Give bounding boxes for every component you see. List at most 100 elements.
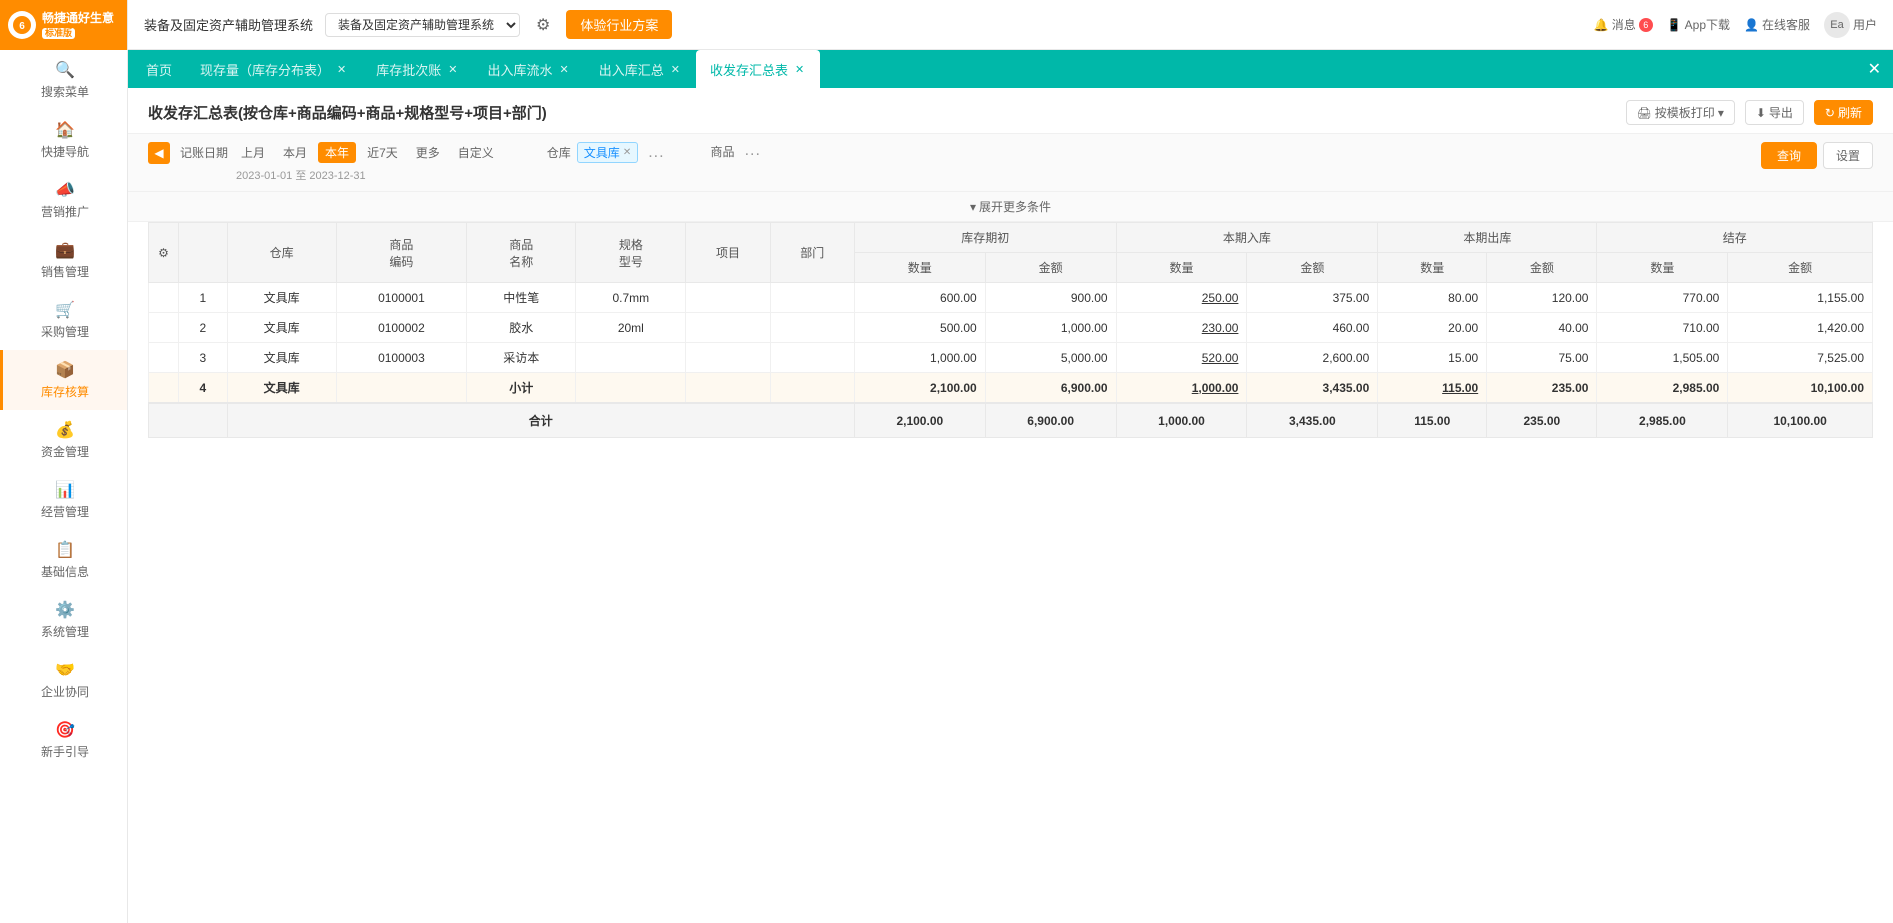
- row-out-qty[interactable]: 115.00: [1378, 373, 1487, 404]
- inventory-icon: 📦: [55, 360, 75, 380]
- tab-receive-summary[interactable]: 收发存汇总表 ✕: [696, 50, 820, 88]
- date-last-month[interactable]: 上月: [234, 142, 272, 163]
- row-open-qty: 1,000.00: [854, 343, 985, 373]
- chevron-down-icon: ▾: [1718, 106, 1724, 120]
- row-in-amt: 3,435.00: [1247, 373, 1378, 404]
- refresh-btn[interactable]: ↻ 刷新: [1814, 100, 1873, 125]
- notification-badge: 6: [1639, 18, 1653, 32]
- row-in-qty[interactable]: 250.00: [1116, 283, 1247, 313]
- row-no: 1: [179, 283, 228, 313]
- system-selector[interactable]: 装备及固定资产辅助管理系统: [325, 13, 520, 37]
- row-out-amt: 40.00: [1487, 313, 1597, 343]
- sidebar-item-basic-info[interactable]: 📋 基础信息: [0, 530, 127, 590]
- sidebar-item-newbie[interactable]: 🎯 新手引导: [0, 710, 127, 770]
- sidebar-item-marketing[interactable]: 📣 营销推广: [0, 170, 127, 230]
- sidebar-item-search[interactable]: 🔍 搜索菜单: [0, 50, 127, 110]
- tab-stock-dist[interactable]: 现存量（库存分布表） ✕: [186, 50, 362, 88]
- tab-batch[interactable]: 库存批次账 ✕: [362, 50, 473, 88]
- sidebar-item-sales[interactable]: 💼 销售管理: [0, 230, 127, 290]
- sidebar-item-inventory[interactable]: 📦 库存核算: [0, 350, 127, 410]
- tab-close-receive[interactable]: ✕: [793, 62, 806, 77]
- app-download-item[interactable]: 📱 App下载: [1667, 16, 1730, 33]
- sidebar-logo: 6 畅捷通好生意 标准版: [0, 0, 127, 50]
- row-warehouse: 文具库: [227, 373, 336, 404]
- sidebar-item-finance[interactable]: 💰 资金管理: [0, 410, 127, 470]
- row-no: 3: [179, 343, 228, 373]
- setting-btn[interactable]: 设置: [1823, 142, 1873, 169]
- tab-close-stock-dist[interactable]: ✕: [335, 62, 348, 77]
- online-service-item[interactable]: 👤 在线客服: [1744, 16, 1810, 33]
- notification-item[interactable]: 🔔 消息 6: [1594, 16, 1653, 33]
- row-in-qty[interactable]: 520.00: [1116, 343, 1247, 373]
- logo-icon: 6: [8, 11, 36, 39]
- sidebar-item-system[interactable]: ⚙️ 系统管理: [0, 590, 127, 650]
- tab-close-batch[interactable]: ✕: [446, 62, 459, 77]
- tab-close-flow[interactable]: ✕: [558, 62, 571, 77]
- row-close-amt: 1,155.00: [1728, 283, 1873, 313]
- tab-close-inout[interactable]: ✕: [669, 62, 682, 77]
- filter-toggle-btn[interactable]: ◀: [148, 142, 170, 164]
- table-row: 3文具库0100003采访本1,000.005,000.00520.002,60…: [149, 343, 1873, 373]
- row-spec: 20ml: [576, 313, 686, 343]
- date-this-month[interactable]: 本月: [276, 142, 314, 163]
- date-7days[interactable]: 近7天: [360, 142, 405, 163]
- col-group-closing: 结存: [1597, 223, 1873, 253]
- close-all-tabs[interactable]: ✕: [1860, 55, 1889, 83]
- footer-open-amt: 6,900.00: [985, 403, 1116, 438]
- settings-icon[interactable]: ⚙: [532, 11, 554, 39]
- expand-conditions-row[interactable]: ▾ 展开更多条件: [128, 192, 1893, 222]
- row-in-qty[interactable]: 230.00: [1116, 313, 1247, 343]
- row-open-qty: 2,100.00: [854, 373, 985, 404]
- sidebar-item-collab[interactable]: 🤝 企业协同: [0, 650, 127, 710]
- print-template-btn[interactable]: 🖨 按模板打印 ▾: [1626, 100, 1735, 125]
- warehouse-tag-close[interactable]: ✕: [623, 147, 631, 158]
- row-dept: [770, 283, 854, 313]
- tab-inout-summary[interactable]: 出入库汇总 ✕: [585, 50, 696, 88]
- handshake-icon: 🤝: [55, 660, 75, 680]
- product-more[interactable]: ...: [745, 142, 761, 160]
- date-more[interactable]: 更多: [409, 142, 447, 163]
- export-btn[interactable]: ⬇ 导出: [1745, 100, 1804, 125]
- row-out-qty: 80.00: [1378, 283, 1487, 313]
- date-custom[interactable]: 自定义: [451, 142, 501, 163]
- topbar: 装备及固定资产辅助管理系统 装备及固定资产辅助管理系统 ⚙ 体验行业方案 🔔 消…: [128, 0, 1893, 50]
- experience-btn[interactable]: 体验行业方案: [566, 10, 672, 39]
- sidebar-item-quicknav[interactable]: 🏠 快捷导航: [0, 110, 127, 170]
- filter-area: ◀ 记账日期 上月 本月 本年 近7天 更多 自定义: [128, 134, 1893, 192]
- date-this-year[interactable]: 本年: [318, 142, 356, 163]
- system-title: 装备及固定资产辅助管理系统: [144, 15, 313, 34]
- search-icon: 🔍: [55, 60, 75, 80]
- row-no: 4: [179, 373, 228, 404]
- sidebar-item-purchase[interactable]: 🛒 采购管理: [0, 290, 127, 350]
- table-row: 1文具库0100001中性笔0.7mm600.00900.00250.00375…: [149, 283, 1873, 313]
- col-in-qty: 数量: [1116, 253, 1247, 283]
- product-label: 商品: [711, 143, 735, 160]
- warehouse-more[interactable]: ...: [648, 144, 664, 162]
- col-warehouse-header: 仓库: [227, 223, 336, 283]
- tab-flow[interactable]: 出入库流水 ✕: [473, 50, 584, 88]
- export-icon: ⬇: [1756, 106, 1766, 120]
- col-group-opening: 库存期初: [854, 223, 1116, 253]
- row-out-amt: 120.00: [1487, 283, 1597, 313]
- date-range-display: 2023-01-01 至 2023-12-31: [236, 170, 366, 182]
- row-dept: [770, 373, 854, 404]
- warehouse-label: 仓库: [547, 144, 571, 161]
- row-close-qty: 710.00: [1597, 313, 1728, 343]
- query-btn[interactable]: 查询: [1761, 142, 1817, 169]
- col-out-amt: 金额: [1487, 253, 1597, 283]
- row-in-qty[interactable]: 1,000.00: [1116, 373, 1247, 404]
- row-code: 0100001: [336, 283, 467, 313]
- col-settings-header[interactable]: ⚙: [149, 223, 179, 283]
- filter-product-group: 商品 ...: [695, 142, 761, 160]
- row-close-qty: 770.00: [1597, 283, 1728, 313]
- user-item[interactable]: Ea 用户: [1824, 12, 1877, 38]
- sales-icon: 💼: [55, 240, 75, 260]
- refresh-icon: ↻: [1825, 106, 1835, 120]
- tab-home[interactable]: 首页: [132, 50, 186, 88]
- row-warehouse: 文具库: [227, 313, 336, 343]
- footer-out-amt: 235.00: [1487, 403, 1597, 438]
- filter-warehouse-group: 仓库 文具库 ✕ ...: [531, 142, 665, 163]
- target-icon: 🎯: [55, 720, 75, 740]
- sidebar-item-operation[interactable]: 📊 经营管理: [0, 470, 127, 530]
- cart-icon: 🛒: [55, 300, 75, 320]
